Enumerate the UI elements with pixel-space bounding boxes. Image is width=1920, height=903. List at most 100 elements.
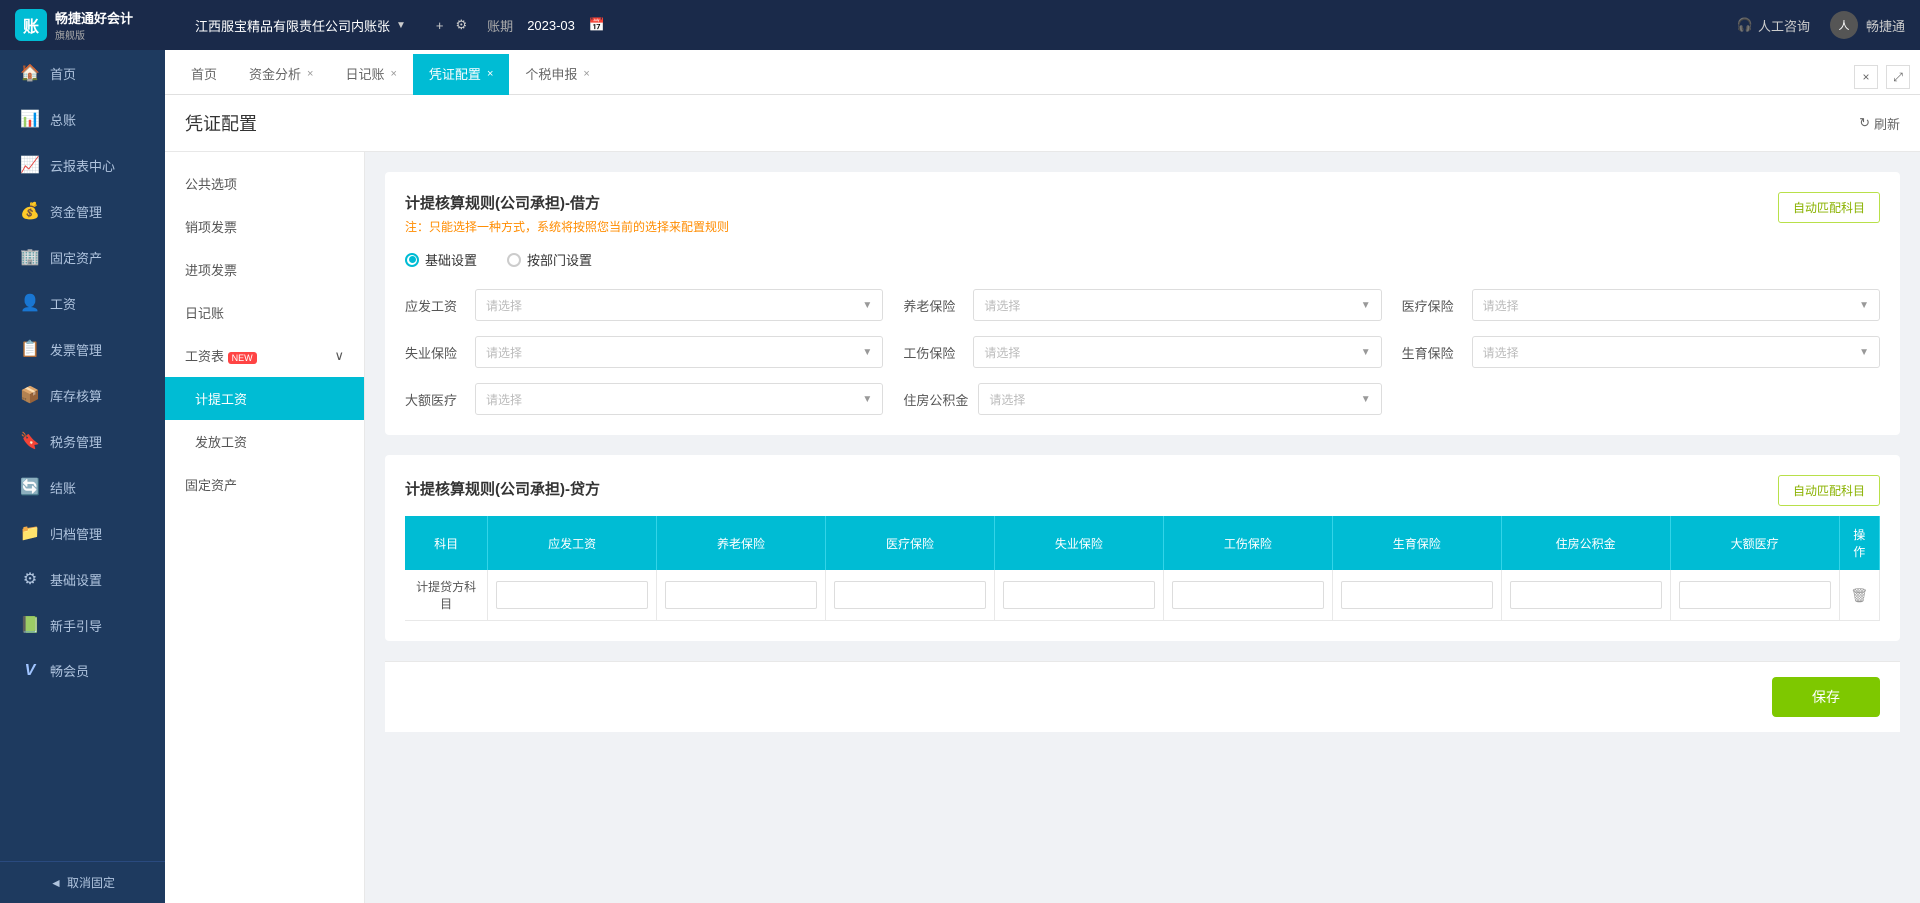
tab-journal[interactable]: 日记账 × — [329, 54, 412, 95]
archive-icon: 📁 — [20, 523, 40, 543]
left-nav-fixed-assets[interactable]: 固定资产 — [165, 463, 364, 506]
left-nav-public[interactable]: 公共选项 — [165, 162, 364, 205]
user-area[interactable]: 人 畅捷通 — [1830, 11, 1905, 39]
sidebar-item-reports[interactable]: 📈 云报表中心 — [0, 142, 165, 188]
select-injury[interactable]: 请选择 ▼ — [973, 336, 1381, 368]
radio-basic-circle — [405, 253, 419, 267]
cancel-fixed-button[interactable]: ◄ 取消固定 — [0, 862, 165, 903]
tab-funds[interactable]: 资金分析 × — [233, 54, 329, 95]
debit-section-header: 计提核算规则(公司承担)-借方 注：只能选择一种方式，系统将按照您当前的选择来配… — [405, 192, 729, 250]
select-pension[interactable]: 请选择 ▼ — [973, 289, 1381, 321]
company-dropdown-icon: ▼ — [396, 20, 406, 31]
refresh-button[interactable]: ↻ 刷新 — [1859, 114, 1900, 133]
refresh-icon: ↻ — [1859, 115, 1870, 131]
select-basic-wage[interactable]: 请选择 ▼ — [475, 289, 883, 321]
select-pension-arrow: ▼ — [1361, 300, 1371, 311]
chevron-down-icon: ∨ — [334, 348, 344, 364]
credit-section-title: 计提核算规则(公司承担)-贷方 — [405, 478, 600, 499]
left-nav-journal[interactable]: 日记账 — [165, 291, 364, 334]
basic-settings-icon: ⚙ — [20, 569, 40, 589]
left-nav-accrual[interactable]: 计提工资 — [165, 377, 364, 420]
input-unemployment[interactable] — [1003, 581, 1155, 609]
select-large-medical[interactable]: 请选择 ▼ — [475, 383, 883, 415]
calendar-icon[interactable]: 📅 — [589, 17, 605, 33]
tab-close-button[interactable]: × — [1854, 65, 1878, 89]
td-basic-wage — [488, 570, 657, 621]
input-housing[interactable] — [1510, 581, 1662, 609]
table-header-row: 科目 应发工资 养老保险 医疗保险 失业保险 工伤保险 生育保险 住房公积金 大… — [405, 516, 1880, 570]
form-row-basic-wage: 应发工资 请选择 ▼ — [405, 289, 883, 321]
member-icon: V — [20, 662, 40, 680]
select-injury-arrow: ▼ — [1361, 347, 1371, 358]
logo-icon: 账 — [15, 9, 47, 41]
tab-close-voucher[interactable]: × — [487, 68, 493, 80]
th-pension: 养老保险 — [657, 516, 826, 570]
reports-icon: 📈 — [20, 155, 40, 175]
input-large-medical[interactable] — [1679, 581, 1831, 609]
support-button[interactable]: 🎧 人工咨询 — [1737, 16, 1810, 35]
debit-section-title: 计提核算规则(公司承担)-借方 — [405, 192, 729, 213]
th-basic-wage: 应发工资 — [488, 516, 657, 570]
logo-area: 账 畅捷通好会计 旗舰版 — [15, 8, 175, 42]
guide-icon: 📗 — [20, 615, 40, 635]
left-nav-purchase-invoice[interactable]: 进项发票 — [165, 248, 364, 291]
select-housing-fund[interactable]: 请选择 ▼ — [978, 383, 1381, 415]
settings-icon[interactable]: ⚙ — [456, 17, 468, 33]
sidebar-item-invoice[interactable]: 📋 发票管理 — [0, 326, 165, 372]
sidebar-item-funds[interactable]: 💰 资金管理 — [0, 188, 165, 234]
tab-close-tax[interactable]: × — [583, 68, 589, 80]
th-large-medical: 大额医疗 — [1670, 516, 1839, 570]
closing-icon: 🔄 — [20, 477, 40, 497]
sidebar-item-guide[interactable]: 📗 新手引导 — [0, 602, 165, 648]
tab-close-funds[interactable]: × — [307, 68, 313, 80]
input-maternity[interactable] — [1341, 581, 1493, 609]
left-nav-sales-invoice[interactable]: 销项发票 — [165, 205, 364, 248]
input-pension[interactable] — [665, 581, 817, 609]
add-button[interactable]: + — [436, 18, 444, 33]
credit-auto-match-button[interactable]: 自动匹配科目 — [1778, 475, 1880, 506]
select-unemployment[interactable]: 请选择 ▼ — [475, 336, 883, 368]
sidebar-item-ledger[interactable]: 📊 总账 — [0, 96, 165, 142]
tab-voucher-config[interactable]: 凭证配置 × — [413, 54, 509, 95]
sidebar-item-member[interactable]: V 畅会员 — [0, 648, 165, 693]
company-selector[interactable]: 江西服宝精品有限责任公司内账张 ▼ — [195, 16, 406, 35]
tab-bar: 首页 资金分析 × 日记账 × 凭证配置 × 个税申报 × × ⤢ — [165, 50, 1920, 95]
input-basic-wage[interactable] — [496, 581, 648, 609]
sidebar-item-home[interactable]: 🏠 首页 — [0, 50, 165, 96]
content-area: 首页 资金分析 × 日记账 × 凭证配置 × 个税申报 × × ⤢ — [165, 50, 1920, 903]
label-housing-fund: 住房公积金 — [903, 390, 968, 409]
delete-row-button[interactable]: 🗑 — [1850, 587, 1868, 603]
sidebar-item-tax[interactable]: 🔖 税务管理 — [0, 418, 165, 464]
input-medical[interactable] — [834, 581, 986, 609]
logo-text: 畅捷通好会计 旗舰版 — [55, 8, 133, 42]
sidebar-item-salary[interactable]: 👤 工资 — [0, 280, 165, 326]
sidebar: 🏠 首页 📊 总账 📈 云报表中心 💰 资金管理 🏢 固定资产 👤 工资 📋 发… — [0, 50, 165, 903]
select-maternity[interactable]: 请选择 ▼ — [1472, 336, 1880, 368]
credit-section: 计提核算规则(公司承担)-贷方 自动匹配科目 科目 应发工资 养老保险 医疗保险… — [385, 455, 1900, 641]
sidebar-item-inventory[interactable]: 📦 库存核算 — [0, 372, 165, 418]
select-medical[interactable]: 请选择 ▼ — [1472, 289, 1880, 321]
debit-auto-match-button[interactable]: 自动匹配科目 — [1778, 192, 1880, 223]
sidebar-item-closing[interactable]: 🔄 结账 — [0, 464, 165, 510]
radio-basic[interactable]: 基础设置 — [405, 250, 477, 269]
left-nav-salary-table[interactable]: 工资表 NEW ∨ — [165, 334, 364, 377]
label-unemployment: 失业保险 — [405, 343, 465, 362]
td-large-medical — [1670, 570, 1839, 621]
tab-expand-button[interactable]: ⤢ — [1886, 65, 1910, 89]
tab-home[interactable]: 首页 — [175, 54, 233, 95]
top-right: 🎧 人工咨询 人 畅捷通 — [1737, 11, 1905, 39]
tab-close-journal[interactable]: × — [390, 68, 396, 80]
left-nav-salary-group: 工资表 NEW ∨ 计提工资 发放工资 — [165, 334, 364, 463]
left-nav-pay[interactable]: 发放工资 — [165, 420, 364, 463]
sidebar-item-assets[interactable]: 🏢 固定资产 — [0, 234, 165, 280]
radio-department[interactable]: 按部门设置 — [507, 250, 592, 269]
sidebar-item-basic[interactable]: ⚙ 基础设置 — [0, 556, 165, 602]
input-injury[interactable] — [1172, 581, 1324, 609]
new-badge: NEW — [228, 352, 257, 364]
debit-form-grid: 应发工资 请选择 ▼ 养老保险 请选择 ▼ — [405, 289, 1880, 415]
tab-tax[interactable]: 个税申报 × — [509, 54, 605, 95]
sidebar-item-archive[interactable]: 📁 归档管理 — [0, 510, 165, 556]
save-button[interactable]: 保存 — [1772, 677, 1880, 717]
inventory-icon: 📦 — [20, 385, 40, 405]
form-row-housing-fund: 住房公积金 请选择 ▼ — [903, 383, 1381, 415]
